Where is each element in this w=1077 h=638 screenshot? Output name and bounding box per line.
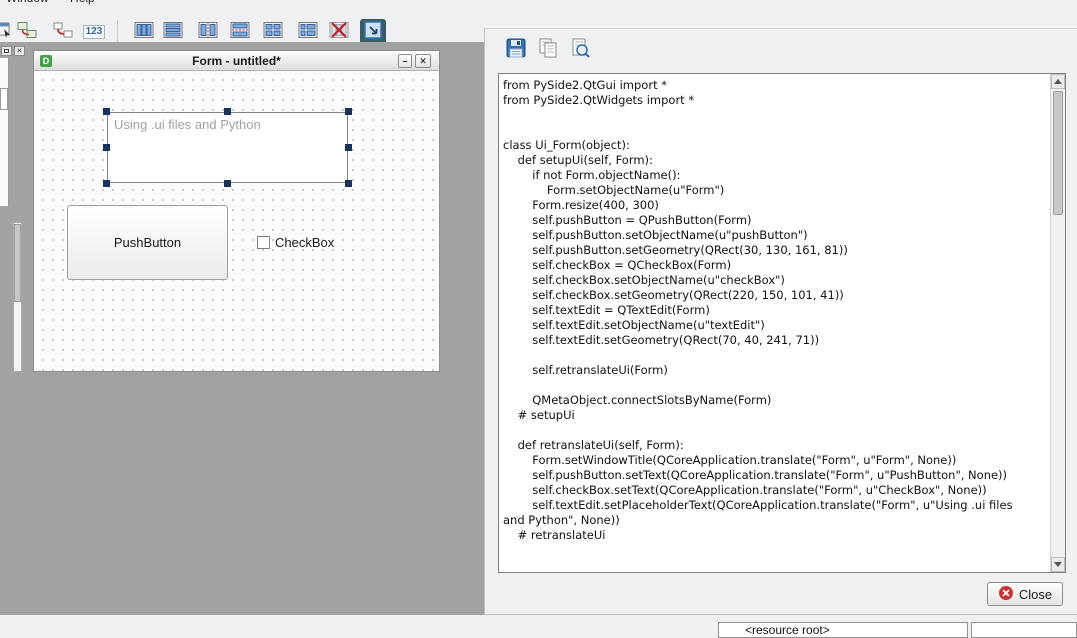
layout-vertical-icon [163, 20, 183, 45]
selection-handle-w[interactable] [103, 144, 110, 151]
find-button[interactable] [567, 37, 593, 63]
edit-signals-slots-icon [17, 20, 37, 45]
adjust-size-icon [363, 20, 383, 45]
mdi-workspace: ✕ D Form - untitled* – ✕ Using .ui files… [0, 42, 484, 615]
break-layout-icon [329, 20, 349, 45]
form-canvas[interactable]: Using .ui files and Python PushButton Ch… [34, 71, 439, 371]
layout-grid-icon [263, 20, 283, 45]
selection-handle-e[interactable] [345, 144, 352, 151]
save-button[interactable] [503, 37, 529, 63]
code-view[interactable]: from PySide2.QtGui import * from PySide2… [498, 73, 1066, 573]
edit-buddies-icon [53, 20, 73, 45]
edit-widgets-icon [0, 20, 11, 45]
scroll-up-button[interactable] [1051, 74, 1065, 89]
left-scrollbar-fragment[interactable] [13, 222, 22, 372]
arrow-up-icon [1054, 79, 1062, 84]
dock-close-button[interactable]: ✕ [14, 46, 25, 56]
selection-handle-n[interactable] [224, 108, 231, 115]
resource-tree-fragment[interactable]: <resource root> [718, 622, 968, 638]
pushbutton-widget[interactable]: PushButton [67, 205, 228, 280]
copy-button[interactable] [535, 37, 561, 63]
checkbox-widget[interactable]: CheckBox [257, 235, 334, 250]
left-scrollbar-handle[interactable] [14, 224, 21, 302]
scrollbar-handle[interactable] [1053, 91, 1063, 215]
selection-handle-sw[interactable] [103, 180, 110, 187]
edit-tab-order-icon: 123 [83, 25, 106, 39]
selection-handle-s[interactable] [224, 180, 231, 187]
left-panel-fragment [0, 58, 9, 206]
layout-vertical-splitter-icon [230, 20, 250, 45]
find-icon [569, 37, 591, 64]
selection-handle-nw[interactable] [103, 108, 110, 115]
bottom-window-fragment: <resource root> [0, 615, 1077, 638]
form-close-button[interactable]: ✕ [415, 54, 431, 68]
menu-window[interactable]: Window [6, 0, 49, 5]
dock-float-icon [4, 49, 9, 53]
save-icon [505, 37, 527, 64]
copy-icon [537, 37, 559, 64]
dock-float-button[interactable] [1, 46, 12, 56]
scroll-down-button[interactable] [1051, 557, 1065, 572]
resource-root-item[interactable]: <resource root> [719, 623, 967, 638]
code-text[interactable]: from PySide2.QtGui import * from PySide2… [499, 74, 1050, 572]
checkbox-label: CheckBox [275, 235, 334, 250]
textedit-widget[interactable]: Using .ui files and Python [107, 112, 348, 183]
layout-form-icon [298, 20, 318, 45]
toolbar-separator [117, 20, 118, 44]
close-button[interactable]: Close [987, 582, 1063, 606]
left-panel-field-fragment [0, 88, 8, 110]
selection-handle-ne[interactable] [345, 108, 352, 115]
designer-form-icon: D [40, 55, 52, 67]
layout-horizontal-icon [134, 20, 154, 45]
code-vertical-scrollbar[interactable] [1050, 74, 1065, 572]
menu-help[interactable]: Help [70, 0, 95, 5]
close-button-label: Close [1019, 587, 1052, 602]
selection-handle-se[interactable] [345, 180, 352, 187]
form-editor-window: D Form - untitled* – ✕ Using .ui files a… [33, 50, 440, 372]
close-circle-icon [998, 585, 1014, 604]
layout-horizontal-splitter-icon [198, 20, 218, 45]
form-window-titlebar[interactable]: D Form - untitled* – ✕ [34, 51, 439, 71]
desktop: Window Help 123 [0, 0, 1077, 638]
code-preview-dialog: from PySide2.QtGui import * from PySide2… [484, 28, 1077, 615]
form-minimize-button[interactable]: – [398, 54, 412, 68]
form-window-title: Form - untitled* [192, 54, 281, 68]
resource-list-fragment [971, 622, 1077, 638]
arrow-down-icon [1054, 562, 1062, 567]
checkbox-indicator[interactable] [257, 236, 270, 249]
